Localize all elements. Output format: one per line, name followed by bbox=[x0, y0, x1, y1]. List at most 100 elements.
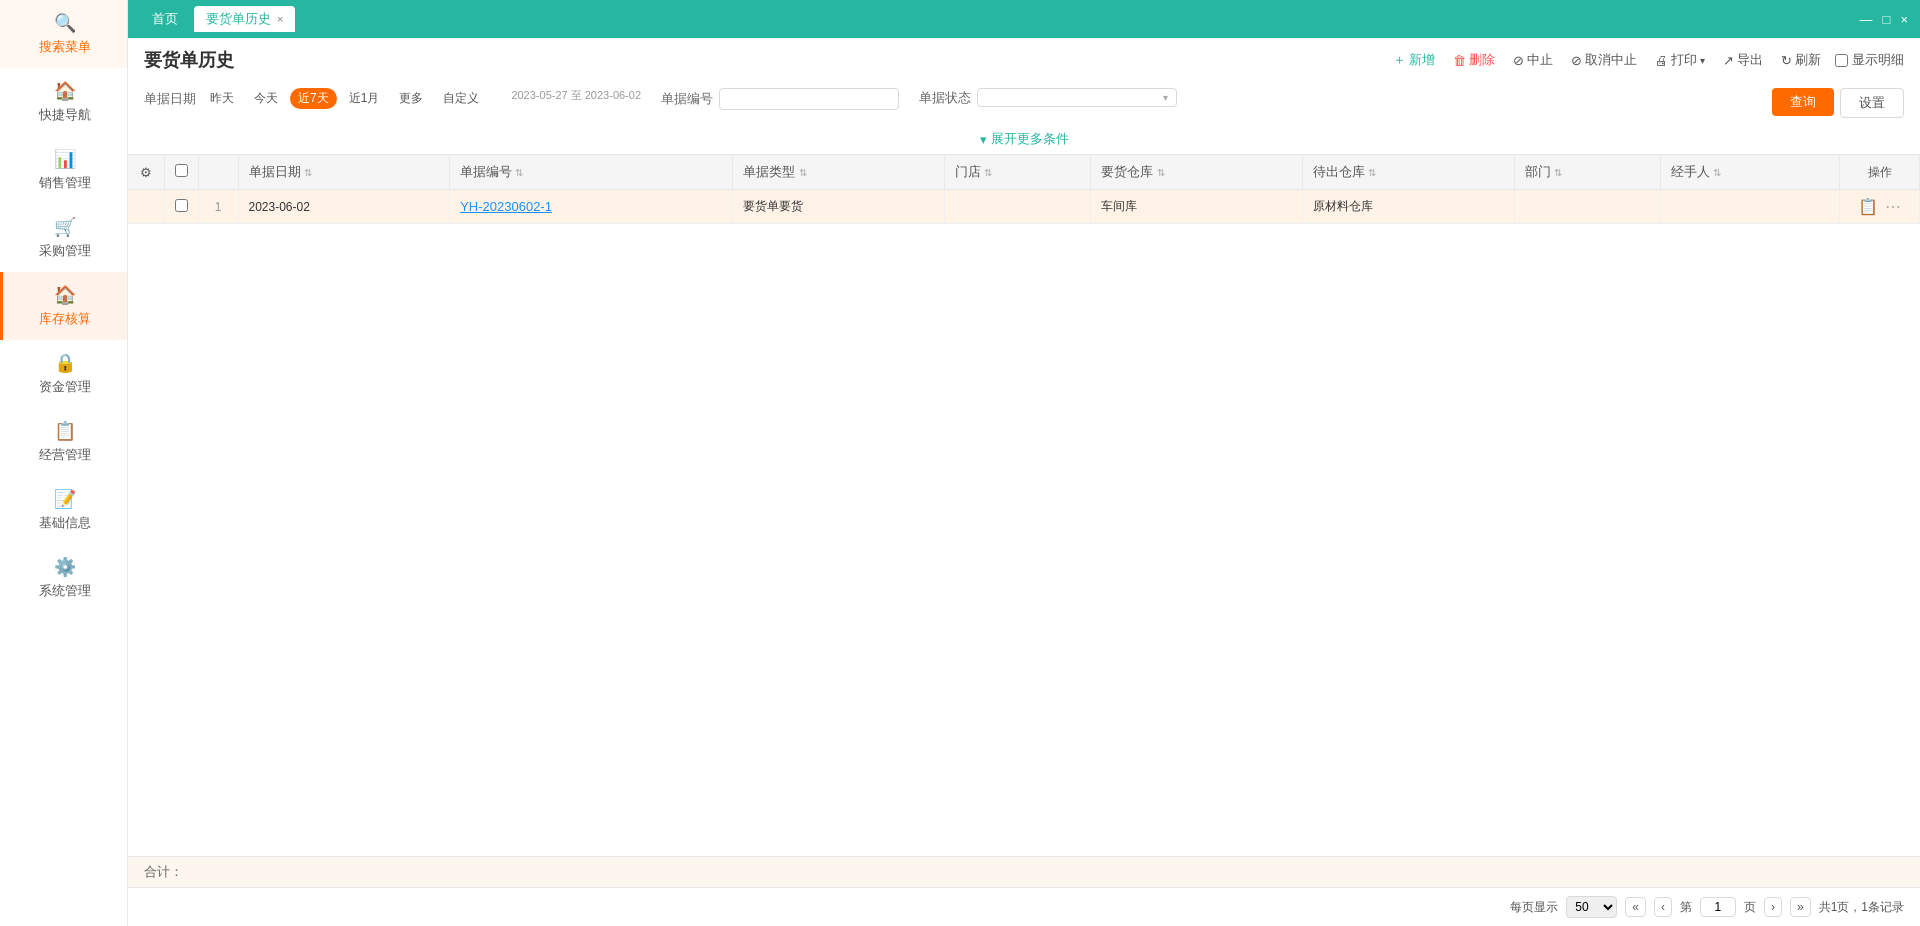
th-pending-warehouse[interactable]: 待出仓库 ⇅ bbox=[1302, 155, 1514, 190]
cancel-stop-icon: ⊘ bbox=[1571, 53, 1582, 68]
sidebar-item-search-menu[interactable]: 🔍 搜索菜单 bbox=[0, 0, 127, 68]
topbar: 首页 要货单历史 × — □ × bbox=[128, 0, 1920, 38]
tab-close-icon[interactable]: × bbox=[277, 13, 283, 25]
th-handler[interactable]: 经手人 ⇅ bbox=[1660, 155, 1839, 190]
inventory-icon: 🏠 bbox=[54, 284, 76, 306]
first-page-button[interactable]: « bbox=[1625, 897, 1646, 917]
row-checkbox[interactable] bbox=[175, 199, 188, 212]
next-page-button[interactable]: › bbox=[1764, 897, 1782, 917]
bill-no-link[interactable]: YH-20230602-1 bbox=[460, 199, 552, 214]
page-title: 要货单历史 bbox=[144, 48, 234, 72]
lock-icon: 🔒 bbox=[54, 352, 76, 374]
th-store[interactable]: 门店 ⇅ bbox=[944, 155, 1090, 190]
th-date-label: 单据日期 bbox=[249, 164, 301, 179]
maximize-icon[interactable]: □ bbox=[1883, 12, 1891, 27]
search-menu-icon: 🔍 bbox=[54, 12, 76, 34]
date-filter-label: 单据日期 bbox=[144, 90, 196, 108]
new-button[interactable]: ＋ 新增 bbox=[1389, 49, 1439, 71]
main-area: 首页 要货单历史 × — □ × 要货单历史 ＋ 新增 🗑 bbox=[128, 0, 1920, 926]
close-window-icon[interactable]: × bbox=[1900, 12, 1908, 27]
chart-icon: 📊 bbox=[54, 148, 76, 170]
sidebar-item-ops-mgmt[interactable]: 📋 经营管理 bbox=[0, 408, 127, 476]
expand-more-button[interactable]: ▾ 展开更多条件 bbox=[980, 130, 1069, 148]
refresh-icon: ↻ bbox=[1781, 53, 1792, 68]
cancel-stop-button[interactable]: ⊘ 取消中止 bbox=[1567, 49, 1641, 71]
th-handler-label: 经手人 bbox=[1671, 164, 1710, 179]
row-edit-icon[interactable]: 📋 bbox=[1858, 198, 1878, 215]
td-bill-no: YH-20230602-1 bbox=[450, 190, 733, 224]
td-settings bbox=[128, 190, 164, 224]
tab-home-label: 首页 bbox=[152, 10, 178, 28]
sidebar-item-quick-nav[interactable]: 🏠 快捷导航 bbox=[0, 68, 127, 136]
filter-row: 单据日期 昨天 今天 近7天 近1月 更多 自定义 2023-05-27 至 2… bbox=[144, 80, 1904, 126]
display-detail-checkbox[interactable] bbox=[1835, 54, 1848, 67]
expand-row: ▾ 展开更多条件 bbox=[144, 126, 1904, 154]
refresh-label: 刷新 bbox=[1795, 51, 1821, 69]
sidebar-item-inventory[interactable]: 🏠 库存核算 bbox=[0, 272, 127, 340]
sidebar-item-basic-info[interactable]: 📝 基础信息 bbox=[0, 476, 127, 544]
th-department[interactable]: 部门 ⇅ bbox=[1514, 155, 1660, 190]
tab-home[interactable]: 首页 bbox=[140, 6, 190, 32]
th-settings[interactable]: ⚙ bbox=[128, 155, 164, 190]
tab-bill-history-label: 要货单历史 bbox=[206, 10, 271, 28]
new-icon: ＋ bbox=[1393, 51, 1406, 69]
minimize-icon[interactable]: — bbox=[1860, 12, 1873, 27]
sidebar-item-sales-mgmt[interactable]: 📊 销售管理 bbox=[0, 136, 127, 204]
bill-no-input[interactable] bbox=[719, 88, 899, 110]
last-page-button[interactable]: » bbox=[1790, 897, 1811, 917]
delete-label: 删除 bbox=[1469, 51, 1495, 69]
pill-custom[interactable]: 自定义 bbox=[435, 88, 487, 109]
td-pending-warehouse: 原材料仓库 bbox=[1302, 190, 1514, 224]
pill-more[interactable]: 更多 bbox=[391, 88, 431, 109]
bill-status-select[interactable]: ▾ bbox=[977, 88, 1177, 107]
th-store-label: 门店 bbox=[955, 164, 981, 179]
td-ops: 📋 ⋯ bbox=[1840, 190, 1920, 224]
page-word: 页 bbox=[1744, 899, 1756, 916]
th-pending-warehouse-label: 待出仓库 bbox=[1313, 164, 1365, 179]
th-bill-no[interactable]: 单据编号 ⇅ bbox=[450, 155, 733, 190]
page-size-select[interactable]: 20 50 100 200 bbox=[1566, 896, 1617, 918]
print-button[interactable]: 🖨 打印 ▾ bbox=[1651, 49, 1709, 71]
th-department-label: 部门 bbox=[1525, 164, 1551, 179]
row-more-icon[interactable]: ⋯ bbox=[1885, 198, 1901, 215]
th-bill-type[interactable]: 单据类型 ⇅ bbox=[733, 155, 945, 190]
table-header-row: ⚙ 单据日期 ⇅ 单据编号 ⇅ bbox=[128, 155, 1920, 190]
refresh-button[interactable]: ↻ 刷新 bbox=[1777, 49, 1825, 71]
page-number-input[interactable] bbox=[1700, 897, 1736, 917]
sidebar-item-label: 基础信息 bbox=[39, 514, 91, 532]
th-date[interactable]: 单据日期 ⇅ bbox=[238, 155, 450, 190]
td-store bbox=[944, 190, 1090, 224]
select-all-checkbox[interactable] bbox=[175, 164, 188, 177]
sort-bill-type-icon: ⇅ bbox=[799, 167, 807, 178]
display-detail-toggle[interactable]: 显示明细 bbox=[1835, 51, 1904, 69]
delete-button[interactable]: 🗑 删除 bbox=[1449, 49, 1499, 71]
pill-7days[interactable]: 近7天 bbox=[290, 88, 337, 109]
query-button[interactable]: 查询 bbox=[1772, 88, 1834, 116]
pill-today[interactable]: 今天 bbox=[246, 88, 286, 109]
export-button[interactable]: ↗ 导出 bbox=[1719, 49, 1767, 71]
stop-icon: ⊘ bbox=[1513, 53, 1524, 68]
pill-yesterday[interactable]: 昨天 bbox=[202, 88, 242, 109]
table-row: 1 2023-06-02 YH-20230602-1 要货单要货 车间库 原材料… bbox=[128, 190, 1920, 224]
sidebar-item-sys-mgmt[interactable]: ⚙️ 系统管理 bbox=[0, 544, 127, 612]
settings-button[interactable]: 设置 bbox=[1840, 88, 1904, 118]
th-req-warehouse[interactable]: 要货仓库 ⇅ bbox=[1091, 155, 1303, 190]
tab-bill-history[interactable]: 要货单历史 × bbox=[194, 6, 295, 32]
sidebar-item-finance-mgmt[interactable]: 🔒 资金管理 bbox=[0, 340, 127, 408]
pill-1month[interactable]: 近1月 bbox=[341, 88, 388, 109]
clipboard-icon: 📋 bbox=[54, 420, 76, 442]
sidebar-item-purchase-mgmt[interactable]: 🛒 采购管理 bbox=[0, 204, 127, 272]
sidebar-item-label: 经营管理 bbox=[39, 446, 91, 464]
sidebar-item-label: 采购管理 bbox=[39, 242, 91, 260]
cancel-stop-label: 取消中止 bbox=[1585, 51, 1637, 69]
prev-page-button[interactable]: ‹ bbox=[1654, 897, 1672, 917]
sort-bill-no-icon: ⇅ bbox=[515, 167, 523, 178]
stop-button[interactable]: ⊘ 中止 bbox=[1509, 49, 1557, 71]
table-container: ⚙ 单据日期 ⇅ 单据编号 ⇅ bbox=[128, 155, 1920, 856]
sidebar-item-label: 资金管理 bbox=[39, 378, 91, 396]
th-checkbox[interactable] bbox=[164, 155, 198, 190]
th-req-warehouse-label: 要货仓库 bbox=[1101, 164, 1153, 179]
td-checkbox[interactable] bbox=[164, 190, 198, 224]
new-label: 新增 bbox=[1409, 51, 1435, 69]
td-req-warehouse: 车间库 bbox=[1091, 190, 1303, 224]
